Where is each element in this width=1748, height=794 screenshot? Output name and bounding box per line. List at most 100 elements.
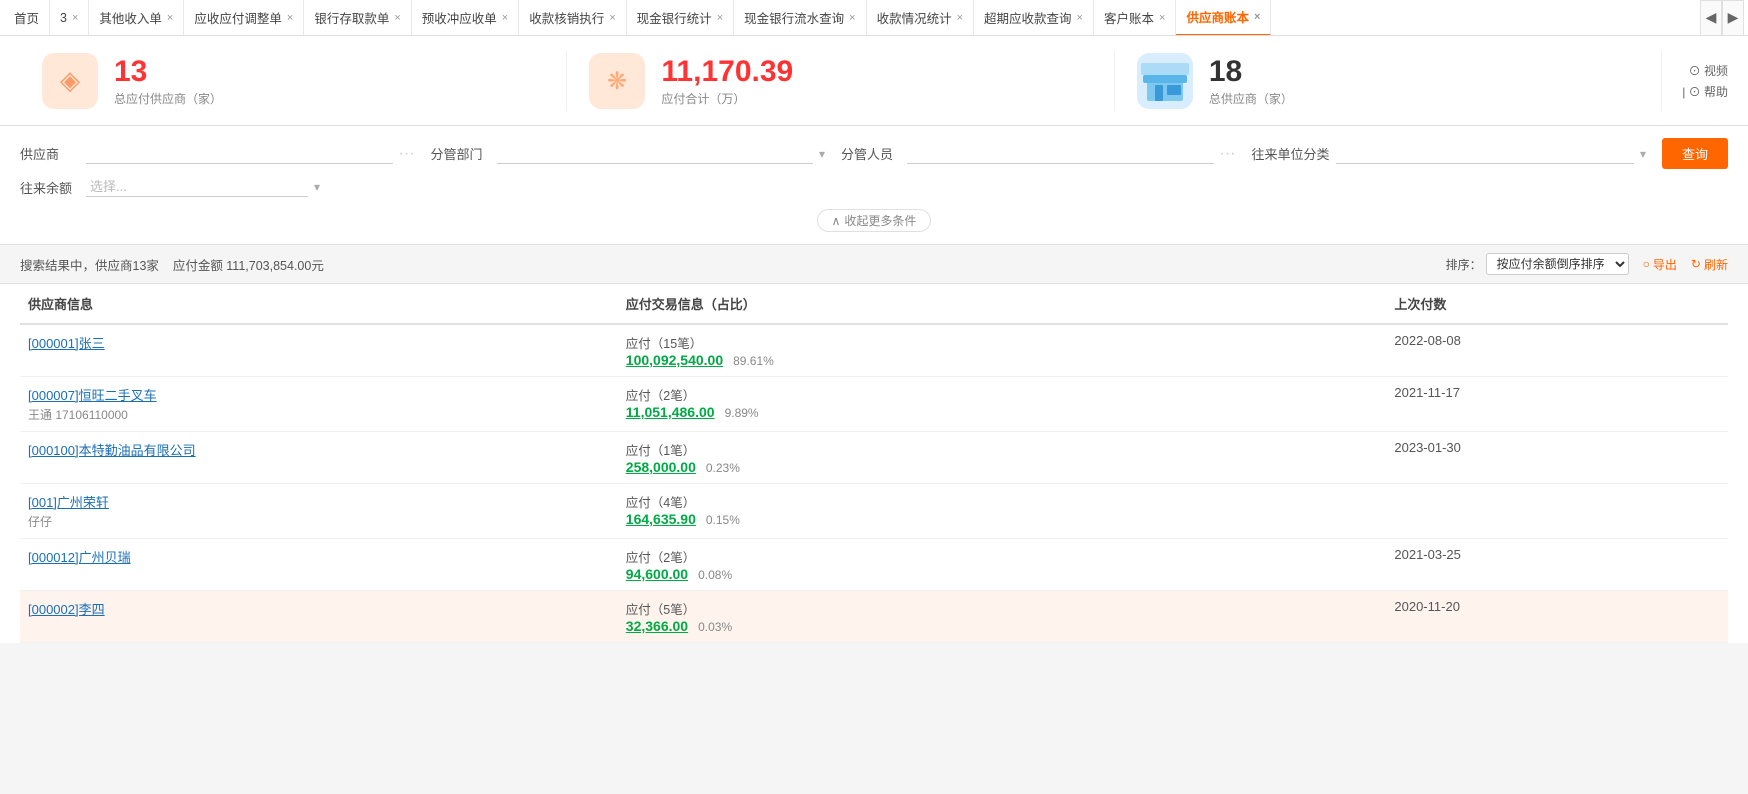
refresh-button[interactable]: ↻ 刷新: [1691, 256, 1728, 273]
tx-amount-4[interactable]: 94,600.00: [626, 566, 688, 582]
supplier-cell-4: [000012]广州贝瑞: [20, 539, 618, 591]
close-tab-customer-acct[interactable]: ×: [1159, 12, 1165, 24]
filter-supplier: 供应商 ···: [20, 144, 415, 164]
sort-dropdown[interactable]: 按应付余额倒序排序: [1486, 253, 1629, 275]
summary-total-suppliers-text: 18 总供应商（家）: [1209, 55, 1293, 107]
supplier-link-3[interactable]: [001]广州荣轩: [28, 495, 109, 510]
amount-info: 应付金额 111,703,854.00元: [173, 259, 324, 273]
tx-cell-4: 应付（2笔）94,600.000.08%: [618, 539, 1387, 591]
help-link[interactable]: | ⊙ 帮助: [1682, 83, 1728, 100]
filter-row-1: 供应商 ··· 分管部门 ▾ 分管人员 ··· 往来单位分类 ▾ 查询: [20, 138, 1728, 169]
nav-tab-home[interactable]: 首页: [4, 0, 50, 36]
close-tab-other-income[interactable]: ×: [167, 12, 173, 24]
summary-payable-total-text: 11,170.39 应付合计（万）: [661, 55, 793, 107]
nav-tab-receipt-exec[interactable]: 收款核销执行×: [519, 0, 626, 36]
nav-tab-overdue-query[interactable]: 超期应收款查询×: [974, 0, 1094, 36]
supplier-sub-3: 仔仔: [28, 513, 610, 530]
filter-person: 分管人员 ···: [841, 144, 1236, 164]
last-pay-cell-4: 2021-03-25: [1386, 539, 1728, 591]
total-suppliers-num: 18: [1209, 55, 1293, 88]
tx-amount-0[interactable]: 100,092,540.00: [626, 352, 723, 368]
nav-tab-other-income[interactable]: 其他收入单×: [89, 0, 184, 36]
tx-amount-3[interactable]: 164,635.90: [626, 511, 696, 527]
last-pay-cell-3: [1386, 484, 1728, 539]
nav-tab-customer-acct[interactable]: 客户账本×: [1094, 0, 1176, 36]
close-tab-tab3[interactable]: ×: [72, 12, 78, 24]
nav-tab-bank-deposit[interactable]: 银行存取款单×: [304, 0, 411, 36]
table-body: [000001]张三应付（15笔）100,092,540.0089.61%202…: [20, 324, 1728, 643]
nav-arrow-left[interactable]: ◀: [1700, 0, 1722, 36]
filter-row-2: 往来余额 ▾: [20, 177, 320, 197]
nav-tab-cash-bank-stat[interactable]: 现金银行统计×: [627, 0, 734, 36]
tx-pct-1: 9.89%: [725, 406, 759, 420]
tx-amount-2[interactable]: 258,000.00: [626, 459, 696, 475]
tx-amount-1[interactable]: 11,051,486.00: [626, 404, 715, 420]
supplier-dots[interactable]: ···: [399, 145, 415, 163]
nav-tab-payable-adj[interactable]: 应收应付调整单×: [184, 0, 304, 36]
svg-text:◈: ◈: [60, 65, 80, 95]
close-tab-receipt-stat[interactable]: ×: [957, 12, 963, 24]
close-tab-prepay-collection[interactable]: ×: [502, 12, 508, 24]
tx-label-2: 应付（1笔）: [626, 440, 1379, 459]
query-button[interactable]: 查询: [1662, 138, 1728, 169]
table-row: [000100]本特勤油品有限公司应付（1笔）258,000.000.23%20…: [20, 432, 1728, 484]
supplier-link-4[interactable]: [000012]广州贝瑞: [28, 550, 131, 565]
nav-tab-tab3[interactable]: 3×: [50, 0, 89, 36]
last-pay-cell-0: 2022-08-08: [1386, 324, 1728, 377]
tag-icon: ◈: [40, 51, 100, 111]
video-link[interactable]: ⊙ 视频: [1689, 62, 1728, 79]
supplier-link-2[interactable]: [000100]本特勤油品有限公司: [28, 443, 196, 458]
supplier-table: 供应商信息 应付交易信息（占比） 上次付数 [000001]张三应付（15笔）1…: [20, 284, 1728, 643]
supplier-link-0[interactable]: [000001]张三: [28, 336, 105, 351]
person-dots[interactable]: ···: [1220, 145, 1236, 163]
collapse-button[interactable]: ∧ 收起更多条件: [20, 205, 1728, 236]
col-last-pay: 上次付数: [1386, 284, 1728, 324]
table-row: [000007]恒旺二手叉车王通 17106110000应付（2笔）11,051…: [20, 377, 1728, 432]
balance-chevron[interactable]: ▾: [314, 180, 320, 194]
nav-tab-cash-bank-flow[interactable]: 现金银行流水查询×: [734, 0, 866, 36]
export-icon: ○: [1643, 257, 1650, 271]
close-tab-bank-deposit[interactable]: ×: [394, 12, 400, 24]
tx-cell-2: 应付（1笔）258,000.000.23%: [618, 432, 1387, 484]
close-tab-receipt-exec[interactable]: ×: [609, 12, 615, 24]
balance-input[interactable]: [86, 177, 308, 197]
summary-actions: ⊙ 视频 | ⊙ 帮助: [1662, 60, 1728, 102]
filter-category: 往来单位分类 ▾: [1252, 144, 1647, 164]
result-bar: 搜索结果中，供应商13家 应付金额 111,703,854.00元 排序： 按应…: [0, 245, 1748, 284]
supplier-cell-5: [000002]李四: [20, 591, 618, 643]
table-row: [000002]李四应付（5笔）32,366.000.03%2020-11-20: [20, 591, 1728, 643]
supplier-link-5[interactable]: [000002]李四: [28, 602, 105, 617]
filter-balance: 往来余额 ▾: [20, 177, 320, 197]
close-tab-supplier-acct[interactable]: ×: [1254, 11, 1260, 23]
nav-tab-receipt-stat[interactable]: 收款情况统计×: [867, 0, 974, 36]
tx-amount-5[interactable]: 32,366.00: [626, 618, 688, 634]
summary-bar: ◈ 13 总应付供应商（家） ❋ 11,170.39 应付合计（万）: [0, 36, 1748, 126]
supplier-cell-0: [000001]张三: [20, 324, 618, 377]
person-input[interactable]: [907, 144, 1214, 164]
close-tab-payable-adj[interactable]: ×: [287, 12, 293, 24]
close-tab-cash-bank-stat[interactable]: ×: [717, 12, 723, 24]
tx-label-5: 应付（5笔）: [626, 599, 1379, 618]
close-tab-overdue-query[interactable]: ×: [1077, 12, 1083, 24]
supplier-cell-2: [000100]本特勤油品有限公司: [20, 432, 618, 484]
nav-arrow-right[interactable]: ▶: [1722, 0, 1744, 36]
result-actions: 排序： 按应付余额倒序排序 ○ 导出 ↻ 刷新: [1446, 253, 1728, 275]
summary-total-suppliers: 18 总供应商（家）: [1115, 51, 1662, 111]
payable-total-label: 应付合计（万）: [661, 90, 793, 107]
export-label: 导出: [1653, 256, 1677, 273]
tx-cell-3: 应付（4笔）164,635.900.15%: [618, 484, 1387, 539]
supplier-link-1[interactable]: [000007]恒旺二手叉车: [28, 388, 157, 403]
category-chevron[interactable]: ▾: [1640, 147, 1646, 161]
search-info: 搜索结果中，供应商13家: [20, 259, 159, 273]
nav-tab-supplier-acct[interactable]: 供应商账本×: [1176, 0, 1271, 36]
summary-payable-suppliers: ◈ 13 总应付供应商（家）: [20, 51, 567, 111]
nav-tab-prepay-collection[interactable]: 预收冲应收单×: [412, 0, 519, 36]
tx-label-0: 应付（15笔）: [626, 333, 1379, 352]
export-button[interactable]: ○ 导出: [1643, 256, 1677, 273]
wheat-icon: ❋: [587, 51, 647, 111]
category-input[interactable]: [1336, 144, 1634, 164]
close-tab-cash-bank-flow[interactable]: ×: [849, 12, 855, 24]
dept-chevron[interactable]: ▾: [819, 147, 825, 161]
dept-input[interactable]: [497, 144, 813, 164]
supplier-input[interactable]: [86, 144, 393, 164]
